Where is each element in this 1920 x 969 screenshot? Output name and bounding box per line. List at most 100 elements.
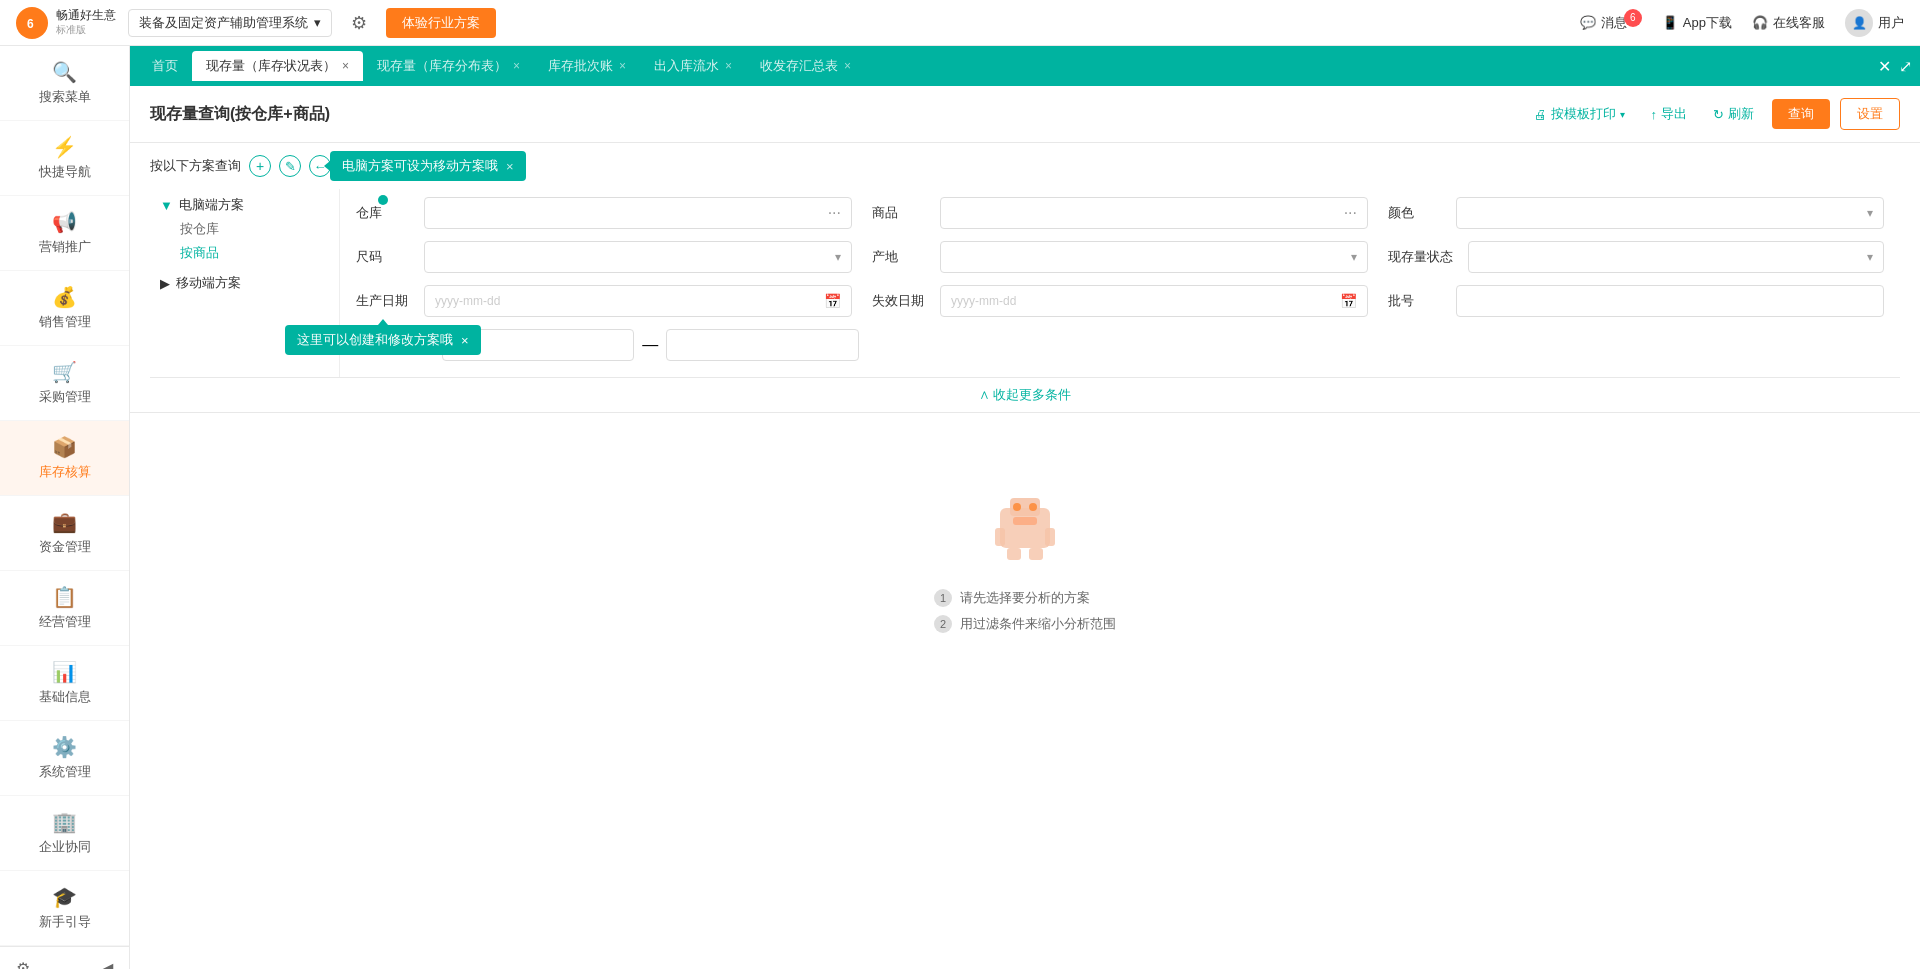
filter-goods: 商品 ··· <box>872 197 1368 229</box>
origin-select[interactable]: ▾ <box>940 241 1368 273</box>
svg-point-4 <box>1013 503 1021 511</box>
close-all-tabs-icon[interactable]: ✕ <box>1878 57 1891 76</box>
sidebar-item-purchase[interactable]: 🛒 采购管理 <box>0 346 129 421</box>
search-button[interactable]: 查询 <box>1772 99 1830 129</box>
marketing-icon: 📢 <box>52 210 77 234</box>
system-select[interactable]: 装备及固定资产辅助管理系统 ▾ <box>128 9 332 37</box>
calendar-icon-produce: 📅 <box>824 293 841 309</box>
goods-select[interactable]: ··· <box>940 197 1368 229</box>
close-edit-tooltip[interactable]: × <box>461 333 469 348</box>
chevron-up-icon: ∧ <box>979 387 990 402</box>
tab-summary[interactable]: 收发存汇总表 × <box>746 51 865 81</box>
batch-no-input[interactable] <box>1456 285 1884 317</box>
close-tab-batch[interactable]: × <box>619 59 626 73</box>
color-select[interactable]: ▾ <box>1456 197 1884 229</box>
tab-flow[interactable]: 出入库流水 × <box>640 51 746 81</box>
filter-expire-date: 失效日期 yyyy-mm-dd 📅 <box>872 285 1368 317</box>
sidebar-item-basic[interactable]: 📊 基础信息 <box>0 646 129 721</box>
sidebar-item-enterprise[interactable]: 🏢 企业协同 <box>0 796 129 871</box>
stock-main-range: — <box>442 329 859 361</box>
sidebar-item-inventory[interactable]: 📦 库存核算 <box>0 421 129 496</box>
svg-point-5 <box>1029 503 1037 511</box>
filter-header-label: 按以下方案查询 <box>150 157 241 175</box>
calendar-icon-expire: 📅 <box>1340 293 1357 309</box>
close-tab-inventory-status[interactable]: × <box>342 59 349 73</box>
filter-color: 颜色 ▾ <box>1388 197 1884 229</box>
sidebar-collapse-icon[interactable]: ◀ <box>101 959 113 969</box>
svg-rect-10 <box>1029 548 1043 560</box>
expire-date-input[interactable]: yyyy-mm-dd 📅 <box>940 285 1368 317</box>
sidebar-item-finance[interactable]: 💼 资金管理 <box>0 496 129 571</box>
warehouse-select[interactable]: ··· <box>424 197 852 229</box>
page-header-actions: 🖨 按模板打印 ▾ ↑ 导出 ↻ 刷新 查询 设置 <box>1526 98 1901 130</box>
messages-action[interactable]: 💬 消息 6 <box>1580 14 1642 32</box>
filter-batch-no: 批号 <box>1388 285 1884 317</box>
guide-icon: 🎓 <box>52 885 77 909</box>
message-icon: 💬 <box>1580 15 1596 30</box>
export-action[interactable]: ↑ 导出 <box>1643 101 1696 127</box>
scheme-item-goods[interactable]: 按商品 <box>160 241 329 265</box>
add-scheme-button[interactable]: + <box>249 155 271 177</box>
sidebar-item-system[interactable]: ⚙️ 系统管理 <box>0 721 129 796</box>
empty-tips: 1 请先选择要分析的方案 2 用过滤条件来缩小分析范围 <box>934 589 1116 633</box>
empty-illustration <box>975 473 1075 573</box>
inventory-icon: 📦 <box>52 435 77 459</box>
filter-section: 按以下方案查询 + ✎ ← 电脑方案可设为移动方案哦 × <box>130 143 1920 413</box>
close-scheme-tooltip[interactable]: × <box>506 159 514 174</box>
close-tab-summary[interactable]: × <box>844 59 851 73</box>
settings-button[interactable]: ⚙ <box>344 8 374 38</box>
filter-row-4: 现存量（主） — <box>356 329 1884 361</box>
svg-rect-9 <box>1007 548 1021 560</box>
industry-btn[interactable]: 体验行业方案 <box>386 8 496 38</box>
svg-rect-7 <box>995 528 1005 546</box>
page-content: 现存量查询(按仓库+商品) 🖨 按模板打印 ▾ ↑ 导出 ↻ <box>130 86 1920 969</box>
sidebar-item-marketing[interactable]: 📢 营销推广 <box>0 196 129 271</box>
maximize-icon[interactable]: ⤢ <box>1899 57 1912 76</box>
sidebar-item-search[interactable]: 🔍 搜索菜单 <box>0 46 129 121</box>
sidebar-footer: ⚙ ◀ <box>0 946 129 969</box>
chevron-right-icon-2: ▶ <box>160 276 170 291</box>
stock-status-select[interactable]: ▾ <box>1468 241 1884 273</box>
scheme-item-warehouse[interactable]: 按仓库 <box>160 217 329 241</box>
app-download-action[interactable]: 📱 App下载 <box>1662 14 1732 32</box>
user-action[interactable]: 👤 用户 <box>1845 9 1904 37</box>
svg-rect-6 <box>1013 517 1037 525</box>
headset-icon: 🎧 <box>1752 15 1768 30</box>
collapse-bar[interactable]: ∧ 收起更多条件 <box>150 377 1900 412</box>
top-header: 6 畅通好生意 标准版 装备及固定资产辅助管理系统 ▾ ⚙ 体验行业方案 💬 消… <box>0 0 1920 46</box>
close-tab-flow[interactable]: × <box>725 59 732 73</box>
close-tab-inventory-dist[interactable]: × <box>513 59 520 73</box>
tab-bar: 首页 现存量（库存状况表） × 现存量（库存分布表） × 库存批次账 × 出入库… <box>130 46 1920 86</box>
print-action[interactable]: 🖨 按模板打印 ▾ <box>1526 101 1633 127</box>
sidebar-item-guide[interactable]: 🎓 新手引导 <box>0 871 129 946</box>
sidebar-item-nav[interactable]: ⚡ 快捷导航 <box>0 121 129 196</box>
filter-origin: 产地 ▾ <box>872 241 1368 273</box>
sidebar-item-sales[interactable]: 💰 销售管理 <box>0 271 129 346</box>
scheme-group-desktop-title[interactable]: ▼ 电脑端方案 <box>160 193 329 217</box>
filter-size: 尺码 ▾ <box>356 241 852 273</box>
produce-date-input[interactable]: yyyy-mm-dd 📅 <box>424 285 852 317</box>
export-icon: ↑ <box>1651 107 1658 122</box>
sidebar-item-operations[interactable]: 📋 经营管理 <box>0 571 129 646</box>
enterprise-icon: 🏢 <box>52 810 77 834</box>
tab-batch-account[interactable]: 库存批次账 × <box>534 51 640 81</box>
refresh-action[interactable]: ↻ 刷新 <box>1705 101 1762 127</box>
scheme-group-desktop: ▼ 电脑端方案 按仓库 按商品 <box>160 193 329 265</box>
tab-home[interactable]: 首页 <box>138 51 192 81</box>
connector-dot <box>378 195 388 205</box>
logo-text: 畅通好生意 标准版 <box>56 8 116 38</box>
settings-button-page[interactable]: 设置 <box>1840 98 1900 130</box>
edit-scheme-button[interactable]: ✎ <box>279 155 301 177</box>
chevron-down-icon: ▾ <box>1620 109 1625 120</box>
more-icon-2: ··· <box>1344 204 1357 222</box>
tab-inventory-status[interactable]: 现存量（库存状况表） × <box>192 51 363 81</box>
online-support-action[interactable]: 🎧 在线客服 <box>1752 14 1825 32</box>
tab-inventory-dist[interactable]: 现存量（库存分布表） × <box>363 51 534 81</box>
stock-main-to[interactable] <box>666 329 858 361</box>
size-select[interactable]: ▾ <box>424 241 852 273</box>
sidebar-settings-icon[interactable]: ⚙ <box>16 959 30 969</box>
scheme-group-mobile-title[interactable]: ▶ 移动端方案 <box>160 271 329 295</box>
filter-row-2: 尺码 ▾ 产地 <box>356 241 1884 273</box>
empty-state: 1 请先选择要分析的方案 2 用过滤条件来缩小分析范围 <box>130 413 1920 693</box>
chevron-down-icon-color: ▾ <box>1867 206 1873 220</box>
